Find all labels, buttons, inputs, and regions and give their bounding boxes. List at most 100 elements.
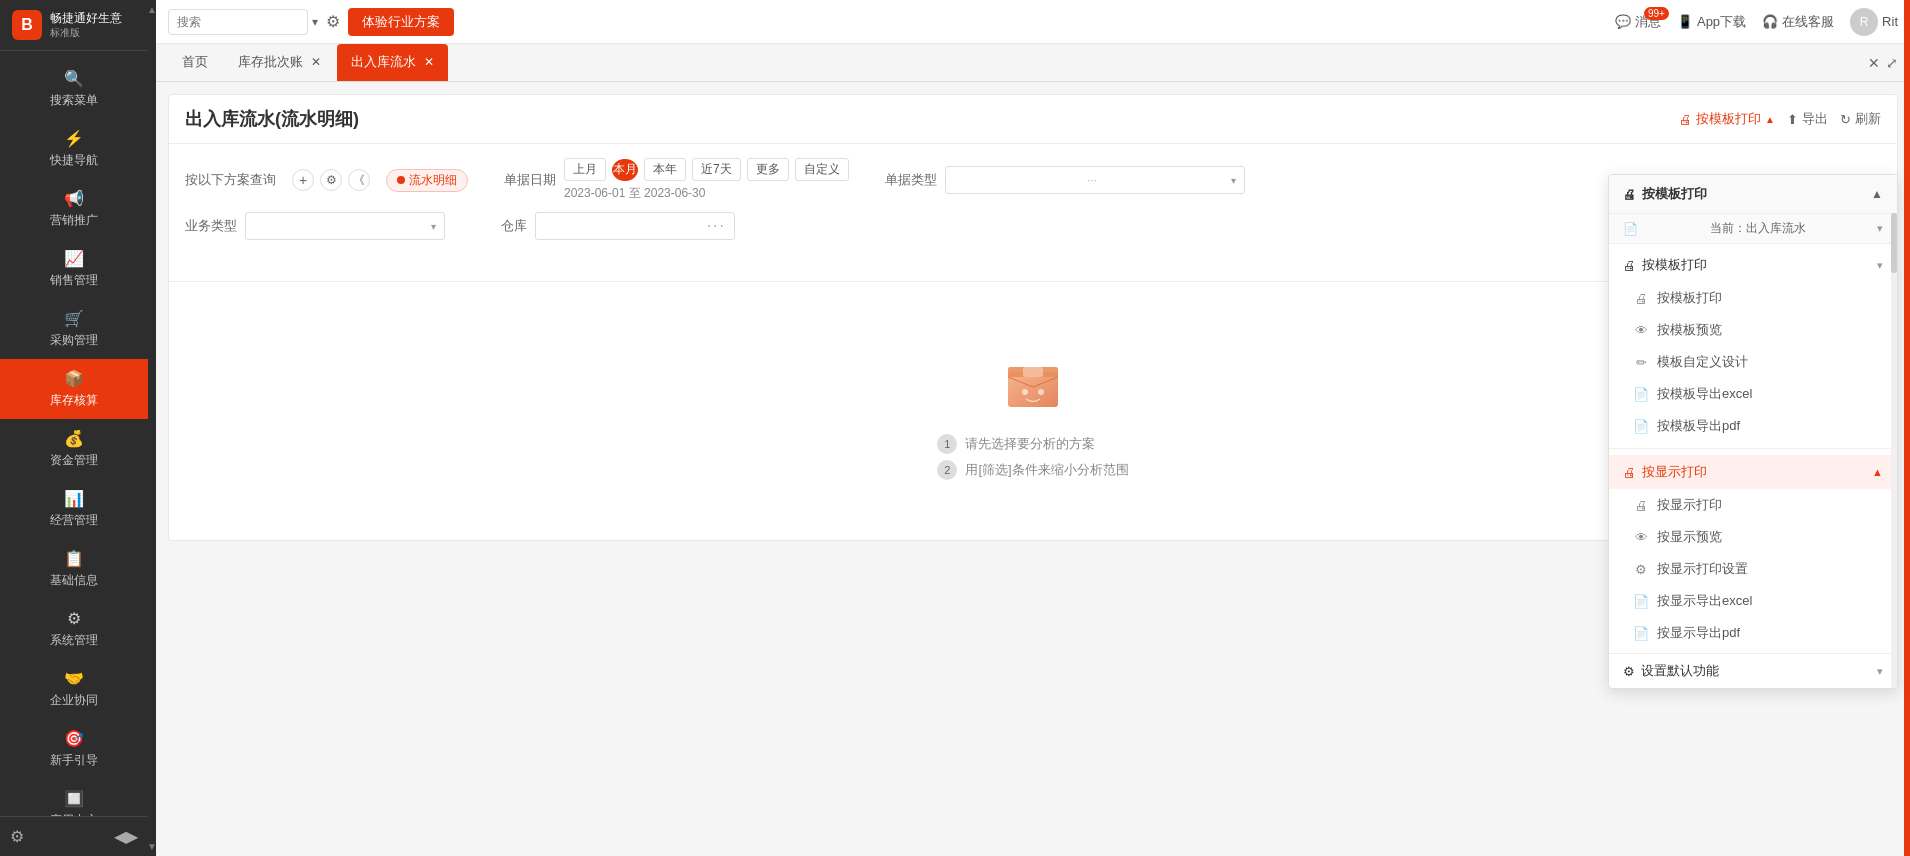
sidebar-item-basic[interactable]: 📋 基础信息 [0, 539, 148, 599]
date-btn-last-month[interactable]: 上月 [564, 158, 606, 181]
type-select-dots[interactable]: ··· [1087, 173, 1097, 187]
filter-setting-btn[interactable]: ⚙ [320, 169, 342, 191]
tab-home[interactable]: 首页 [168, 44, 222, 81]
settings-bottom-icon[interactable]: ⚙ [10, 827, 24, 846]
date-btn-this-month[interactable]: 本月 [612, 159, 638, 181]
current-arrow-icon[interactable]: ▾ [1877, 222, 1883, 235]
sidebar-item-operations[interactable]: 📊 经营管理 [0, 479, 148, 539]
tabbar: 首页 库存批次账 ✕ 出入库流水 ✕ ✕ ⤢ [156, 44, 1910, 82]
sidebar-item-marketing[interactable]: 📢 营销推广 [0, 179, 148, 239]
user-info[interactable]: R Rit [1850, 8, 1898, 36]
refresh-btn[interactable]: ↻ 刷新 [1840, 110, 1881, 128]
export-label: 导出 [1802, 110, 1828, 128]
collapse-sidebar-icon[interactable]: ◀▶ [114, 827, 138, 846]
sidebar-item-enterprise[interactable]: 🤝 企业协同 [0, 659, 148, 719]
display-section-icon: 🖨 [1623, 465, 1636, 480]
sidebar-item-guide[interactable]: 🎯 新手引导 [0, 719, 148, 779]
item-display-excel-icon: 📄 [1633, 593, 1649, 609]
sidebar-nav: 🔍 搜索菜单 ⚡ 快捷导航 📢 营销推广 📈 销售管理 🛒 采购管理 📦 库存核… [0, 51, 148, 816]
item-excel-icon: 📄 [1633, 386, 1649, 402]
dropdown-scrollbar[interactable] [1891, 213, 1897, 688]
sidebar-item-finance-label: 资金管理 [50, 452, 98, 469]
display-print-header[interactable]: 🖨 按显示打印 ▲ [1609, 455, 1897, 489]
dropdown-item-display-print[interactable]: 🖨 按显示打印 [1609, 489, 1897, 521]
tab-batch[interactable]: 库存批次账 ✕ [224, 44, 335, 81]
export-btn[interactable]: ⬆ 导出 [1787, 110, 1828, 128]
date-btn-more[interactable]: 更多 [747, 158, 789, 181]
template-section-label: 按模板打印 [1642, 256, 1707, 274]
sidebar-bottom: ⚙ ◀▶ [0, 816, 148, 856]
dropdown-item-display-pdf[interactable]: 📄 按显示导出pdf [1609, 617, 1897, 649]
search-input[interactable] [168, 9, 308, 35]
business-type-group: 业务类型 ▾ [185, 212, 445, 240]
system-icon: ⚙ [67, 609, 81, 628]
message-btn[interactable]: 💬 消息 99+ [1615, 13, 1661, 31]
dropdown-item-display-setting[interactable]: ⚙ 按显示打印设置 [1609, 553, 1897, 585]
business-dropdown-icon[interactable]: ▾ [431, 221, 436, 232]
topbar-gear-icon[interactable]: ⚙ [326, 12, 340, 31]
sidebar-item-apps[interactable]: 🔲 应用中心 [0, 779, 148, 816]
print-btn[interactable]: 🖨 按模板打印 ▲ [1679, 110, 1775, 128]
tab-flow-close[interactable]: ✕ [424, 55, 434, 69]
dropdown-close-icon[interactable]: ▲ [1871, 187, 1883, 201]
dropdown-item-display-excel[interactable]: 📄 按显示导出excel [1609, 585, 1897, 617]
filter-section-label: 按以下方案查询 [185, 171, 276, 189]
date-btn-this-year[interactable]: 本年 [644, 158, 686, 181]
item-display-setting-label: 按显示打印设置 [1657, 560, 1748, 578]
finance-icon: 💰 [64, 429, 84, 448]
app-download-btn[interactable]: 📱 App下载 [1677, 13, 1746, 31]
sidebar-item-system[interactable]: ⚙ 系统管理 [0, 599, 148, 659]
dropdown-item-template-excel[interactable]: 📄 按模板导出excel [1609, 378, 1897, 410]
date-filter-group: 单据日期 上月 本月 本年 近7天 更多 自定义 2023-06-01 至 20… [504, 158, 849, 202]
page-title: 出入库流水(流水明细) [185, 107, 359, 131]
date-btn-custom[interactable]: 自定义 [795, 158, 849, 181]
dropdown-item-template-pdf[interactable]: 📄 按模板导出pdf [1609, 410, 1897, 442]
sidebar: B 畅捷通好生意 标准版 🔍 搜索菜单 ⚡ 快捷导航 📢 营销推广 📈 销售管理… [0, 0, 148, 856]
step-2-label: 用[筛选]条件来缩小分析范围 [965, 461, 1128, 479]
trial-btn[interactable]: 体验行业方案 [348, 8, 454, 36]
print-dropdown-icon[interactable]: ▲ [1765, 114, 1775, 125]
template-print-header[interactable]: 🖨 按模板打印 ▾ [1609, 248, 1897, 282]
scrollbar-thumb[interactable] [1891, 213, 1897, 273]
warehouse-group: 仓库 ··· [501, 212, 735, 240]
sidebar-item-inventory[interactable]: 📦 库存核算 [0, 359, 148, 419]
sidebar-item-quick-nav[interactable]: ⚡ 快捷导航 [0, 119, 148, 179]
type-select[interactable]: ··· ▾ [945, 166, 1245, 194]
sidebar-item-purchase[interactable]: 🛒 采购管理 [0, 299, 148, 359]
expand-icon[interactable]: ⤢ [1886, 55, 1898, 71]
dropdown-item-template-custom[interactable]: ✏ 模板自定义设计 [1609, 346, 1897, 378]
service-btn[interactable]: 🎧 在线客服 [1762, 13, 1834, 31]
dropdown-item-template-preview[interactable]: 👁 按模板预览 [1609, 314, 1897, 346]
date-btn-7days[interactable]: 近7天 [692, 158, 741, 181]
message-badge: 99+ [1644, 7, 1669, 20]
type-dropdown-icon[interactable]: ▾ [1231, 175, 1236, 186]
topbar-search: ▾ [168, 9, 318, 35]
tab-batch-close[interactable]: ✕ [311, 55, 321, 69]
item-display-print-icon: 🖨 [1633, 497, 1649, 513]
sidebar-item-quick-nav-label: 快捷导航 [50, 152, 98, 169]
empty-steps: 1 请先选择要分析的方案 2 用[筛选]条件来缩小分析范围 [937, 434, 1128, 480]
business-type-select[interactable]: ▾ [245, 212, 445, 240]
sidebar-item-sales[interactable]: 📈 销售管理 [0, 239, 148, 299]
close-all-icon[interactable]: ✕ [1868, 55, 1880, 71]
item-display-setting-icon: ⚙ [1633, 561, 1649, 577]
dropdown-footer[interactable]: ⚙ 设置默认功能 ▾ [1609, 653, 1897, 688]
footer-icon: ⚙ [1623, 664, 1635, 679]
warehouse-label: 仓库 [501, 217, 527, 235]
dropdown-item-display-preview[interactable]: 👁 按显示预览 [1609, 521, 1897, 553]
tab-flow[interactable]: 出入库流水 ✕ [337, 44, 448, 81]
sidebar-item-search-label: 搜索菜单 [50, 92, 98, 109]
filter-add-btn[interactable]: + [292, 169, 314, 191]
filter-collapse-btn[interactable]: 《 [348, 169, 370, 191]
warehouse-select[interactable]: ··· [535, 212, 735, 240]
search-nav-icon: 🔍 [64, 69, 84, 88]
dropdown-title-label: 按模板打印 [1642, 185, 1707, 203]
item-template-excel-label: 按模板导出excel [1657, 385, 1752, 403]
sidebar-item-search[interactable]: 🔍 搜索菜单 [0, 59, 148, 119]
dropdown-item-template-print[interactable]: 🖨 按模板打印 [1609, 282, 1897, 314]
filter-chip: 流水明细 [386, 169, 468, 192]
warehouse-dots[interactable]: ··· [707, 217, 726, 235]
search-dropdown-icon[interactable]: ▾ [312, 15, 318, 29]
sidebar-item-finance[interactable]: 💰 资金管理 [0, 419, 148, 479]
right-edge [1904, 82, 1910, 856]
